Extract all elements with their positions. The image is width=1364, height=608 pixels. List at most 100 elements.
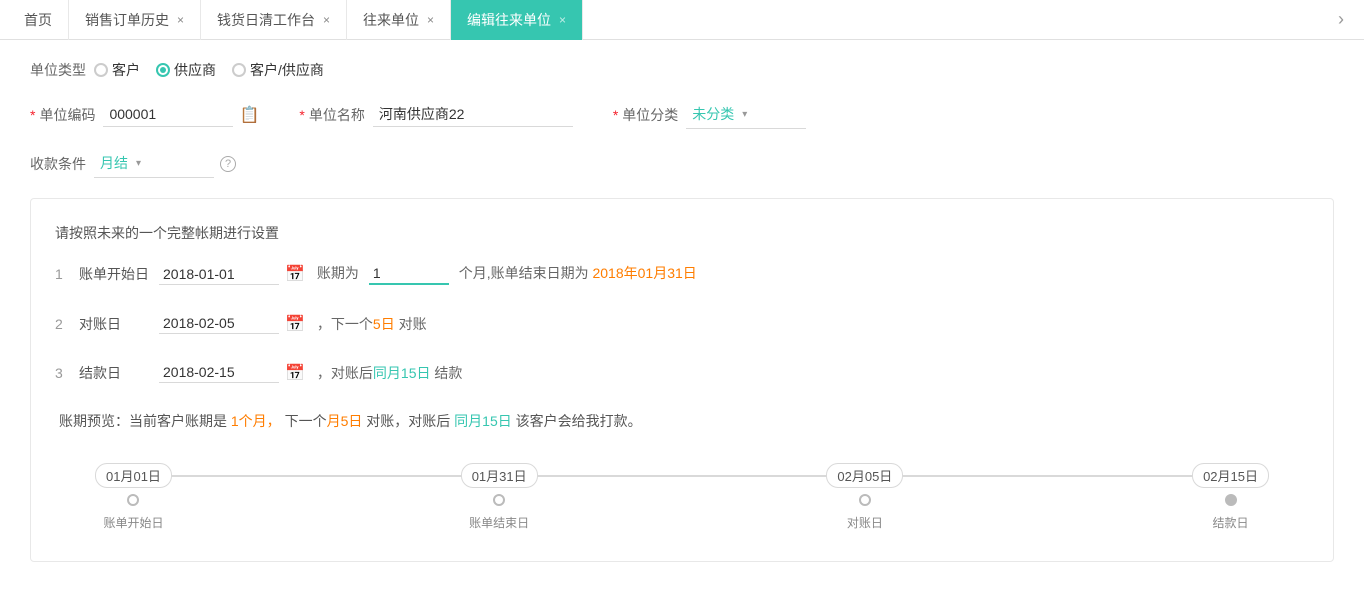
period-desc-1: 账期为 个月,账单结束日期为 2018年01月31日	[317, 263, 697, 285]
period-date-input-1[interactable]	[159, 264, 279, 285]
period-num-2: 2	[55, 316, 79, 332]
preview-prefix: 账期预览：当前客户账期是	[59, 413, 227, 429]
unit-type-radio-group: 客户 供应商 客户/供应商	[94, 60, 324, 80]
main-content: 单位类型 客户 供应商 客户/供应商 * 单位编码	[0, 40, 1364, 608]
timeline-label-1: 账单开始日	[103, 514, 163, 531]
period-desc-2-suffix: 对账	[395, 316, 427, 332]
radio-customer-circle	[94, 63, 108, 77]
period-row-2: 2 对账日 📅 ，下一个5日 对账	[55, 313, 1309, 334]
period-num-1: 1	[55, 266, 79, 282]
period-date-input-2[interactable]	[159, 313, 279, 334]
period-label-3: 结款日	[79, 363, 159, 383]
radio-both-label: 客户/供应商	[250, 60, 324, 80]
months-suffix: 个月,账单结束日期为	[459, 265, 589, 281]
close-partner-unit[interactable]: ×	[427, 13, 434, 27]
radio-both-circle	[232, 63, 246, 77]
radio-supplier-label: 供应商	[174, 60, 216, 80]
timeline-label-3: 对账日	[847, 514, 883, 531]
period-desc-3-suffix: 结款	[431, 365, 463, 381]
timeline-badge-2: 01月31日	[461, 463, 538, 488]
period-label-1: 账单开始日	[79, 264, 159, 284]
card-instruction: 请按照未来的一个完整帐期进行设置	[55, 223, 1309, 243]
payment-day: 同月15日	[373, 365, 431, 381]
radio-customer-label: 客户	[112, 60, 140, 80]
period-cal-icon-3[interactable]: 📅	[285, 363, 305, 383]
preview-suffix: 该客户会给我打款。	[516, 413, 642, 429]
close-edit-partner[interactable]: ×	[559, 13, 566, 27]
tab-edit-partner[interactable]: 编辑往来单位 ×	[451, 0, 583, 40]
timeline-label-2: 账单结束日	[469, 514, 529, 531]
period-desc-3-prefix: ，对账后	[317, 365, 373, 381]
preview-section: 账期预览：当前客户账期是 1个月， 下一个月5日 对账，对账后 同月15日 该客…	[55, 411, 1309, 431]
timeline-points: 01月01日 账单开始日 01月31日 账单结束日 02月05日 对账日	[95, 463, 1269, 531]
radio-supplier[interactable]: 供应商	[156, 60, 216, 80]
tab-home[interactable]: 首页	[8, 0, 69, 40]
close-cash-reconcile[interactable]: ×	[323, 13, 330, 27]
payment-terms-value: 月结	[100, 153, 128, 173]
payment-terms-chevron: ▾	[136, 158, 141, 169]
period-cal-icon-1[interactable]: 📅	[285, 264, 305, 284]
preview-reconcile-day: 月5日	[327, 413, 363, 429]
timeline-dot-1	[127, 494, 139, 506]
tab-cash-reconcile[interactable]: 钱货日清工作台 ×	[201, 0, 347, 40]
preview-payment-day: 同月15日	[454, 413, 512, 429]
period-cal-icon-2[interactable]: 📅	[285, 314, 305, 334]
unit-category-select[interactable]: 未分类 ▾	[686, 100, 806, 129]
timeline-badge-3: 02月05日	[826, 463, 903, 488]
unit-info-row: * 单位编码 📋 * 单位名称 * 单位分类 未分类 ▾	[30, 100, 1334, 129]
unit-category-star: *	[613, 107, 618, 123]
reconcile-day: 5日	[373, 316, 395, 332]
months-input[interactable]	[369, 263, 449, 285]
payment-terms-help-icon[interactable]: ?	[220, 156, 236, 172]
unit-name-input[interactable]	[373, 102, 573, 127]
period-desc-3: ，对账后同月15日 结款	[317, 363, 462, 383]
unit-name-item: * 单位名称	[299, 102, 572, 127]
timeline-badge-4: 02月15日	[1192, 463, 1269, 488]
tabs-bar: 首页 销售订单历史 × 钱货日清工作台 × 往来单位 × 编辑往来单位 × ›	[0, 0, 1364, 40]
unit-category-item: * 单位分类 未分类 ▾	[613, 100, 806, 129]
tab-partner-unit[interactable]: 往来单位 ×	[347, 0, 451, 40]
preview-months: 1个月，	[231, 413, 281, 429]
timeline-point-3: 02月05日 对账日	[826, 463, 903, 531]
timeline-dot-4	[1225, 494, 1237, 506]
tab-sales-history[interactable]: 销售订单历史 ×	[69, 0, 201, 40]
unit-type-label: 单位类型	[30, 60, 86, 80]
unit-category-value: 未分类	[692, 104, 734, 124]
unit-code-label: 单位编码	[39, 105, 95, 125]
unit-type-row: 单位类型 客户 供应商 客户/供应商	[30, 60, 1334, 80]
unit-code-item: * 单位编码 📋	[30, 102, 259, 127]
timeline-point-1: 01月01日 账单开始日	[95, 463, 172, 531]
close-sales-history[interactable]: ×	[177, 13, 184, 27]
radio-both[interactable]: 客户/供应商	[232, 60, 324, 80]
unit-code-star: *	[30, 107, 35, 123]
unit-type-item: 单位类型 客户 供应商 客户/供应商	[30, 60, 324, 80]
tab-more-button[interactable]: ›	[1326, 9, 1356, 30]
radio-customer[interactable]: 客户	[94, 60, 140, 80]
payment-terms-row: 收款条件 月结 ▾ ?	[30, 149, 1334, 178]
period-row-1: 1 账单开始日 📅 账期为 个月,账单结束日期为 2018年01月31日	[55, 263, 1309, 285]
preview-middle: 对账，对账后	[366, 413, 454, 429]
period-input-wrap-1: 📅	[159, 264, 305, 285]
timeline-point-2: 01月31日 账单结束日	[461, 463, 538, 531]
unit-name-star: *	[299, 107, 304, 123]
billing-end-date: 2018年01月31日	[592, 265, 696, 281]
period-after-text-1: 账期为	[317, 265, 359, 281]
timeline-label-4: 结款日	[1213, 514, 1249, 531]
preview-reconcile-prefix: 下一个	[285, 413, 327, 429]
period-row-3: 3 结款日 📅 ，对账后同月15日 结款	[55, 362, 1309, 383]
timeline: 01月01日 账单开始日 01月31日 账单结束日 02月05日 对账日	[55, 463, 1309, 531]
period-num-3: 3	[55, 365, 79, 381]
timeline-badge-1: 01月01日	[95, 463, 172, 488]
unit-code-input[interactable]	[103, 102, 233, 127]
payment-terms-select[interactable]: 月结 ▾	[94, 149, 214, 178]
timeline-dot-3	[859, 494, 871, 506]
period-date-input-3[interactable]	[159, 362, 279, 383]
payment-terms-item: 收款条件 月结 ▾ ?	[30, 149, 236, 178]
period-input-wrap-2: 📅	[159, 313, 305, 334]
period-label-2: 对账日	[79, 314, 159, 334]
payment-terms-label: 收款条件	[30, 154, 86, 174]
unit-category-label: 单位分类	[622, 105, 678, 125]
timeline-dot-2	[493, 494, 505, 506]
unit-code-calendar-icon[interactable]: 📋	[239, 105, 259, 125]
unit-name-label: 单位名称	[309, 105, 365, 125]
